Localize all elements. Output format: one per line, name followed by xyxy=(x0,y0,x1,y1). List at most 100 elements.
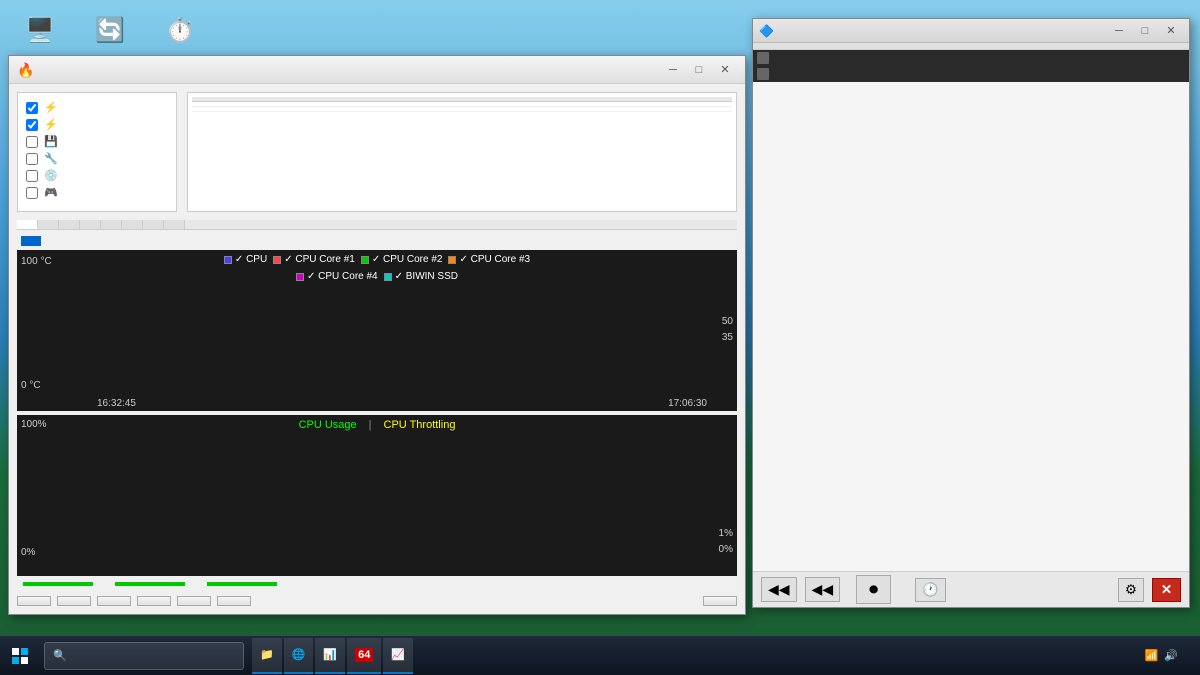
tab-voltages[interactable] xyxy=(59,220,80,229)
hwinfo-x-button[interactable]: ✕ xyxy=(1152,578,1181,602)
hwinfo-window: 🔷 ─ □ ✕ xyxy=(752,18,1190,608)
legend-core1: ✓ CPU Core #1 xyxy=(273,254,355,265)
sensor-group-cpu1 xyxy=(753,50,1189,66)
network-icon[interactable]: 📶 xyxy=(1145,649,1159,662)
stress-panel: ⚡ ⚡ 💾 🔧 xyxy=(17,92,177,212)
aida64-maximize-button[interactable]: □ xyxy=(687,60,711,80)
aida64-bottom-stats xyxy=(17,576,737,592)
desktop-icon-1[interactable]: 🖥️ xyxy=(10,10,70,50)
taskbar-item-file-explorer[interactable]: 📁 xyxy=(252,638,282,674)
tab-clocks[interactable] xyxy=(122,220,143,229)
save-button[interactable] xyxy=(137,596,171,606)
log-entry-2 xyxy=(192,107,732,112)
clear-button[interactable] xyxy=(97,596,131,606)
desktop-icon-2[interactable]: 🔄 xyxy=(80,10,140,50)
temp-x-left: 16:32:45 xyxy=(97,398,136,409)
legend-cpu: ✓ CPU xyxy=(224,254,267,265)
stress-disks-icon: 💿 xyxy=(44,169,58,182)
taskbar-system-icons: 📶 🔊 xyxy=(1145,649,1184,662)
file-explorer-icon: 📁 xyxy=(260,648,274,661)
hwinfo-minimize-button[interactable]: ─ xyxy=(1107,21,1131,41)
cpuid-button[interactable] xyxy=(177,596,211,606)
legend-cpu-usage: CPU Usage xyxy=(299,419,357,431)
hwinfo-back-button[interactable]: ◀◀ xyxy=(761,577,797,602)
legend-core3: ✓ CPU Core #3 xyxy=(448,254,530,265)
app3-icon: 📈 xyxy=(391,648,405,661)
taskbar-item-app3[interactable]: 📈 xyxy=(383,638,413,674)
stress-memory-checkbox[interactable] xyxy=(26,153,38,165)
hwinfo-thead xyxy=(753,43,1189,50)
test-started-value xyxy=(115,582,185,586)
tab-powers[interactable] xyxy=(101,220,122,229)
action-buttons xyxy=(17,592,737,606)
taskbar-search[interactable]: 🔍 xyxy=(44,642,244,670)
stress-gpu-icon: 🎮 xyxy=(44,186,58,199)
stress-gpu-checkbox[interactable] xyxy=(26,187,38,199)
taskbar-item-app1[interactable]: 📊 xyxy=(315,638,345,674)
blue-indicator xyxy=(21,236,41,246)
aida64-content: ⚡ ⚡ 💾 🔧 xyxy=(9,84,745,614)
aida64-top-panel: ⚡ ⚡ 💾 🔧 xyxy=(17,92,737,212)
app1-icon: 📊 xyxy=(323,648,337,661)
start-button[interactable] xyxy=(17,596,51,606)
aida64-title-icon: 🔥 xyxy=(17,62,33,78)
remaining-battery-value xyxy=(23,582,93,586)
close-aida-button[interactable] xyxy=(703,596,737,606)
hwinfo-tbody[interactable] xyxy=(753,50,1189,571)
cpu-group-icon-1 xyxy=(757,52,769,64)
cpu-usage-legend: CPU Usage | CPU Throttling xyxy=(299,419,456,431)
hwinfo-close-button[interactable]: ✕ xyxy=(1159,21,1183,41)
tab-temperatures[interactable] xyxy=(17,220,38,229)
temp-values-right: 5035 xyxy=(722,314,733,346)
stress-disks-item: 💿 xyxy=(26,169,168,182)
aida64-minimize-button[interactable]: ─ xyxy=(661,60,685,80)
stress-cache-icon: 💾 xyxy=(44,135,58,148)
taskbar-item-edge[interactable]: 🌐 xyxy=(284,638,314,674)
stress-fpu-icon: ⚡ xyxy=(44,118,58,131)
volume-icon[interactable]: 🔊 xyxy=(1164,649,1178,662)
hwinfo-play-button[interactable]: ⏺ xyxy=(856,575,891,604)
log-panel xyxy=(187,92,737,212)
temp-y-top: 100 °C xyxy=(21,256,52,267)
stress-cache-item: 💾 xyxy=(26,135,168,148)
test-started-stat xyxy=(109,582,185,586)
taskbar-item-app2[interactable]: 64 xyxy=(347,638,381,674)
app2-icon: 64 xyxy=(355,648,373,662)
start-button-taskbar[interactable] xyxy=(0,636,40,675)
hwinfo-clock-button[interactable]: 🕐 xyxy=(915,578,946,602)
computer-icon: 🖥️ xyxy=(20,10,60,50)
stress-gpu-item: 🎮 xyxy=(26,186,168,199)
stress-cpu-item: ⚡ xyxy=(26,101,168,114)
cpu-y-top: 100% xyxy=(21,419,47,430)
charts-area: 100 °C 0 °C 16:32:45 17:06:30 5035 ✓ CPU… xyxy=(17,250,737,576)
temp-legend: ✓ CPU ✓ CPU Core #1 ✓ CPU Core #2 ✓ CPU … xyxy=(197,254,557,282)
tab-cooling-fans[interactable] xyxy=(38,220,59,229)
hwinfo-prev-button[interactable]: ◀◀ xyxy=(805,577,841,602)
sensor-group-cpu2 xyxy=(753,66,1189,82)
stress-disks-checkbox[interactable] xyxy=(26,170,38,182)
hwinfo-maximize-button[interactable]: □ xyxy=(1133,21,1157,41)
tab-statistics[interactable] xyxy=(164,220,185,229)
stress-cache-checkbox[interactable] xyxy=(26,136,38,148)
stress-cpu-icon: ⚡ xyxy=(44,101,58,114)
stress-memory-icon: 🔧 xyxy=(44,152,58,165)
stress-cpu-checkbox[interactable] xyxy=(26,102,38,114)
legend-cpu-throttle: CPU Throttling xyxy=(384,419,456,431)
temperature-chart: 100 °C 0 °C 16:32:45 17:06:30 5035 ✓ CPU… xyxy=(17,250,737,411)
tab-currents[interactable] xyxy=(80,220,101,229)
aida64-close-button[interactable]: ✕ xyxy=(713,60,737,80)
aida64-titlebar[interactable]: 🔥 ─ □ ✕ xyxy=(9,56,745,84)
desktop-icons: 🖥️ 🔄 ⏱️ xyxy=(10,10,210,50)
hwinfo-titlebar[interactable]: 🔷 ─ □ ✕ xyxy=(753,19,1189,43)
preferences-button[interactable] xyxy=(217,596,251,606)
stress-fpu-checkbox[interactable] xyxy=(26,119,38,131)
desktop-icon-3[interactable]: ⏱️ xyxy=(150,10,210,50)
temp-y-bot: 0 °C xyxy=(21,380,41,391)
tab-unified[interactable] xyxy=(143,220,164,229)
stop-button[interactable] xyxy=(57,596,91,606)
elapsed-value xyxy=(207,582,277,586)
tabs-bar xyxy=(17,220,737,230)
remaining-battery-stat xyxy=(17,582,93,586)
stress-fpu-item: ⚡ xyxy=(26,118,168,131)
hwinfo-settings-button[interactable]: ⚙ xyxy=(1118,578,1144,602)
